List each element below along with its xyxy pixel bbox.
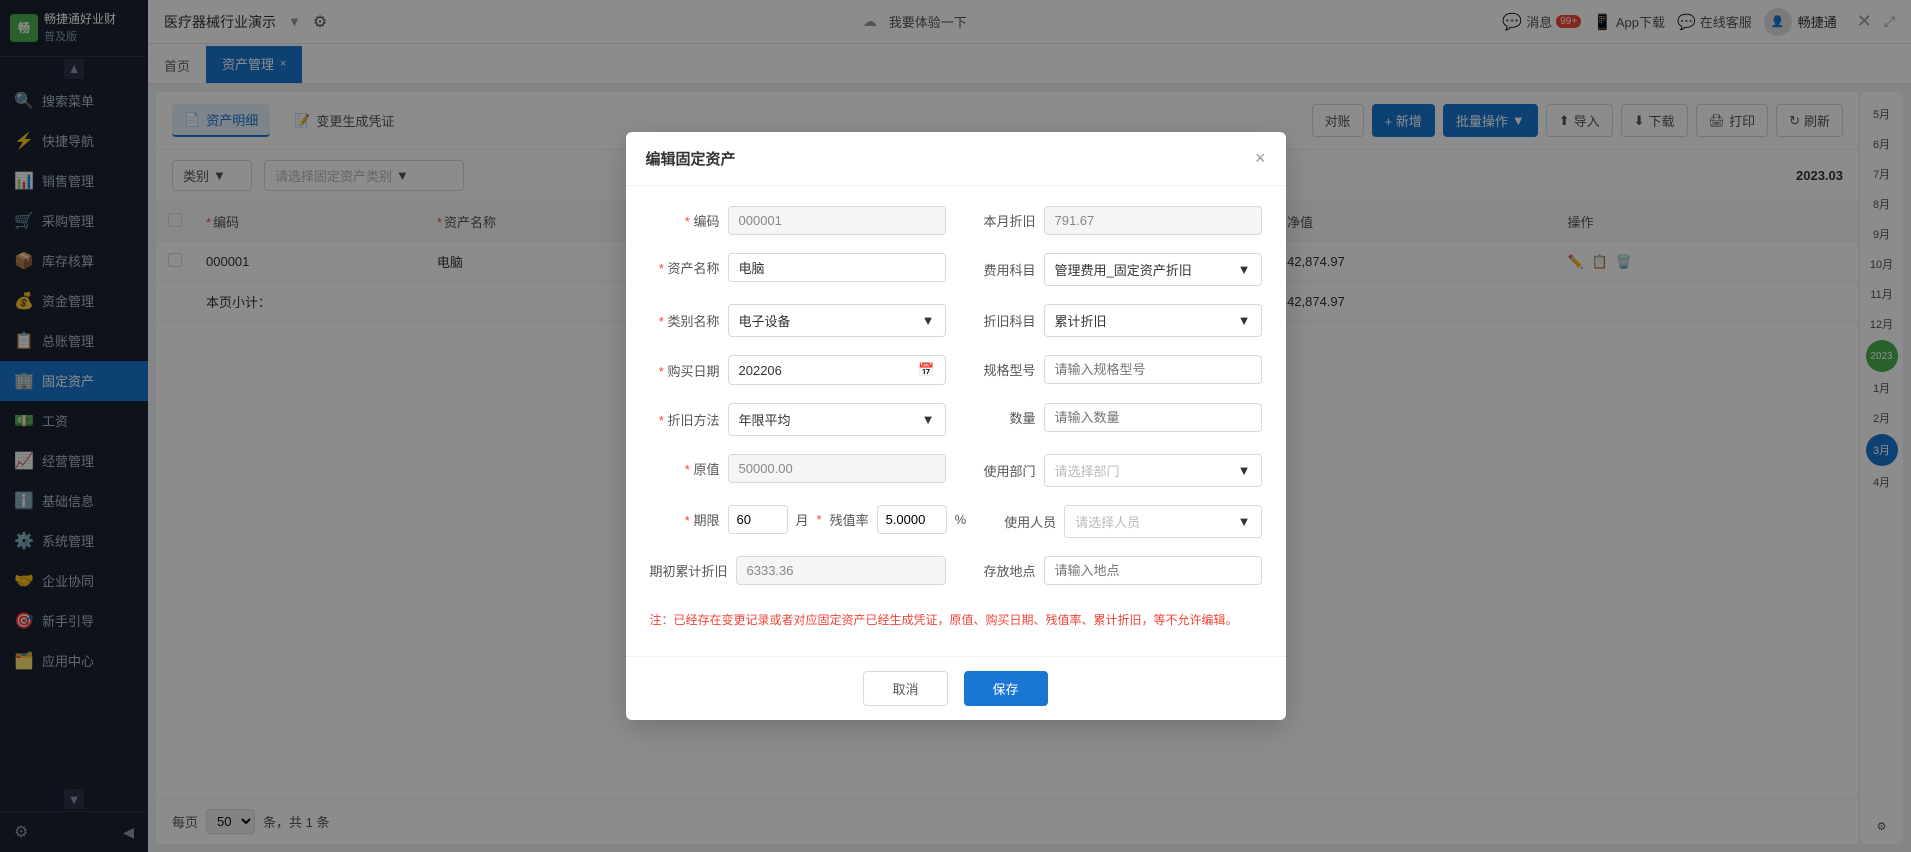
dep-method-select[interactable]: 年限平均 ▼ (728, 403, 946, 436)
cancel-button[interactable]: 取消 (863, 671, 947, 706)
expense-subject-select[interactable]: 管理费用_固定资产折旧 ▼ (1044, 253, 1262, 286)
form-row-5: * 折旧方法 年限平均 ▼ 数量 (650, 403, 1262, 436)
form-group-dept: 使用部门 请选择部门 ▼ (966, 454, 1262, 487)
form-group-original-value: * 原值 (650, 454, 946, 483)
modal-header: 编辑固定资产 × (626, 132, 1286, 186)
original-value-input (728, 454, 946, 483)
dep-subject-select[interactable]: 累计折旧 ▼ (1044, 304, 1262, 337)
form-row-7: * 期限 月 * 残值率 % 使用人员 请选择人员 ▼ (650, 505, 1262, 538)
purchase-date-input[interactable]: 202206 📅 (728, 355, 946, 385)
form-group-category: * 类别名称 电子设备 ▼ (650, 304, 946, 337)
form-group-code: * 编码 (650, 206, 946, 235)
period-inline-group: 月 * 残值率 % (728, 505, 967, 534)
monthly-dep-input (1044, 206, 1262, 235)
form-group-dep-subject: 折旧科目 累计折旧 ▼ (966, 304, 1262, 337)
form-row-2: * 资产名称 费用科目 管理费用_固定资产折旧 ▼ (650, 253, 1262, 286)
user-dropdown-icon: ▼ (1238, 514, 1251, 529)
form-group-user: 使用人员 请选择人员 ▼ (986, 505, 1261, 538)
modal-footer: 取消 保存 (626, 656, 1286, 720)
category-select[interactable]: 电子设备 ▼ (728, 304, 946, 337)
expense-subject-dropdown-icon: ▼ (1238, 262, 1251, 277)
form-group-quantity: 数量 (966, 403, 1262, 432)
initial-dep-input (736, 556, 946, 585)
form-row-1: * 编码 本月折旧 (650, 206, 1262, 235)
dept-select[interactable]: 请选择部门 ▼ (1044, 454, 1262, 487)
dep-method-dropdown-icon: ▼ (922, 412, 935, 427)
code-input[interactable] (728, 206, 946, 235)
modal-note: 注：已经存在变更记录或者对应固定资产已经生成凭证，原值、购买日期、残值率、累计折… (650, 603, 1262, 636)
quantity-input[interactable] (1044, 403, 1262, 432)
form-group-spec: 规格型号 (966, 355, 1262, 384)
spec-input[interactable] (1044, 355, 1262, 384)
form-row-3: * 类别名称 电子设备 ▼ 折旧科目 累计折旧 ▼ (650, 304, 1262, 337)
modal-overlay: 编辑固定资产 × * 编码 本月折旧 * 资产名称 (0, 0, 1911, 852)
dep-subject-dropdown-icon: ▼ (1238, 313, 1251, 328)
user-select[interactable]: 请选择人员 ▼ (1064, 505, 1261, 538)
residual-input (877, 505, 947, 534)
form-row-4: * 购买日期 202206 📅 规格型号 (650, 355, 1262, 385)
save-button[interactable]: 保存 (964, 671, 1048, 706)
modal-title: 编辑固定资产 (646, 148, 736, 169)
form-group-purchase-date: * 购买日期 202206 📅 (650, 355, 946, 385)
period-input (728, 505, 788, 534)
modal-close-button[interactable]: × (1255, 148, 1266, 169)
form-group-asset-name: * 资产名称 (650, 253, 946, 282)
form-group-monthly-dep: 本月折旧 (966, 206, 1262, 235)
form-row-6: * 原值 使用部门 请选择部门 ▼ (650, 454, 1262, 487)
dept-dropdown-icon: ▼ (1238, 463, 1251, 478)
form-group-initial-dep: 期初累计折旧 (650, 556, 946, 585)
form-row-8: 期初累计折旧 存放地点 (650, 556, 1262, 585)
asset-name-input[interactable] (728, 253, 946, 282)
location-input[interactable] (1044, 556, 1262, 585)
category-dropdown-icon: ▼ (922, 313, 935, 328)
modal-body: * 编码 本月折旧 * 资产名称 费用科目 管理费用_固定资产折旧 (626, 186, 1286, 656)
form-group-dep-method: * 折旧方法 年限平均 ▼ (650, 403, 946, 436)
edit-fixed-asset-modal: 编辑固定资产 × * 编码 本月折旧 * 资产名称 (626, 132, 1286, 720)
form-group-expense-subject: 费用科目 管理费用_固定资产折旧 ▼ (966, 253, 1262, 286)
calendar-icon: 📅 (918, 362, 934, 378)
form-group-location: 存放地点 (966, 556, 1262, 585)
form-group-period: * 期限 月 * 残值率 % (650, 505, 967, 534)
